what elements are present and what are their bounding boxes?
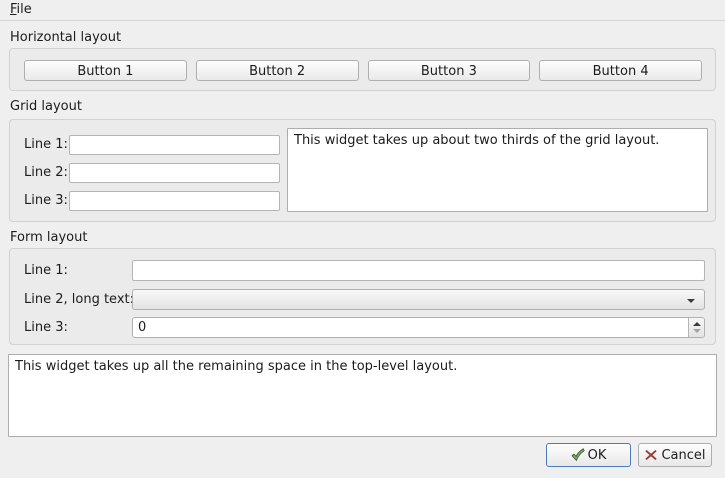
grid-line1-label: Line 1: — [24, 137, 68, 152]
form-line3-field — [132, 317, 705, 338]
menu-bar: File — [0, 0, 725, 21]
grid-line3-input[interactable] — [69, 191, 280, 211]
button-3[interactable]: Button 3 — [367, 60, 531, 81]
form-group-title: Form layout — [10, 230, 88, 245]
ok-button[interactable]: OK — [546, 443, 631, 467]
grid-text-edit[interactable]: This widget takes up about two thirds of… — [287, 128, 708, 212]
grid-line3-label: Line 3: — [24, 193, 68, 208]
button-2[interactable]: Button 2 — [195, 60, 359, 81]
spin-down-icon[interactable] — [692, 329, 701, 333]
ok-button-label: OK — [587, 447, 607, 463]
form-line3-label: Line 3: — [24, 320, 68, 335]
form-line1-label: Line 1: — [24, 263, 68, 278]
cancel-x-icon — [645, 449, 658, 461]
spinbox-input[interactable] — [133, 318, 688, 337]
spinbox-buttons[interactable] — [688, 318, 704, 337]
form-group-box: Line 1: Line 2, long text: Line 3: — [9, 248, 716, 345]
form-row-1: Line 1: — [10, 260, 715, 281]
ok-check-arrow-icon — [571, 448, 585, 462]
form-line2-label: Line 2, long text: — [24, 292, 134, 307]
form-line1-input[interactable] — [132, 260, 705, 281]
form-row-2: Line 2, long text: — [10, 289, 715, 310]
cancel-button[interactable]: Cancel — [638, 443, 712, 467]
button-1[interactable]: Button 1 — [24, 60, 187, 81]
menu-file[interactable]: File — [4, 0, 38, 20]
form-line2-combobox[interactable] — [132, 289, 705, 310]
spin-up-icon[interactable] — [692, 322, 701, 326]
grid-line2-label: Line 2: — [24, 165, 68, 180]
chevron-down-icon — [687, 299, 695, 303]
form-line1-field — [132, 260, 705, 281]
grid-group-box: Line 1: Line 2: Line 3: This widget take… — [9, 119, 716, 222]
horizontal-group-box: Button 1 Button 2 Button 3 Button 4 — [9, 48, 716, 91]
basic-layouts-window: { "menubar": { "file": { "mnemonic": "F"… — [0, 0, 725, 478]
button-4[interactable]: Button 4 — [539, 60, 702, 81]
bottom-text-edit[interactable]: This widget takes up all the remaining s… — [8, 354, 717, 437]
menu-file-label-rest: ile — [16, 2, 32, 17]
grid-line2-input[interactable] — [69, 163, 280, 183]
grid-line1-input[interactable] — [69, 135, 280, 155]
form-line3-spinbox[interactable] — [132, 317, 705, 338]
grid-group-title: Grid layout — [10, 99, 82, 114]
horizontal-group-title: Horizontal layout — [10, 30, 122, 45]
horizontal-button-row: Button 1 Button 2 Button 3 Button 4 — [10, 49, 715, 81]
form-row-3: Line 3: — [10, 317, 715, 338]
cancel-button-label: Cancel — [661, 447, 706, 463]
form-line2-field — [132, 289, 705, 310]
